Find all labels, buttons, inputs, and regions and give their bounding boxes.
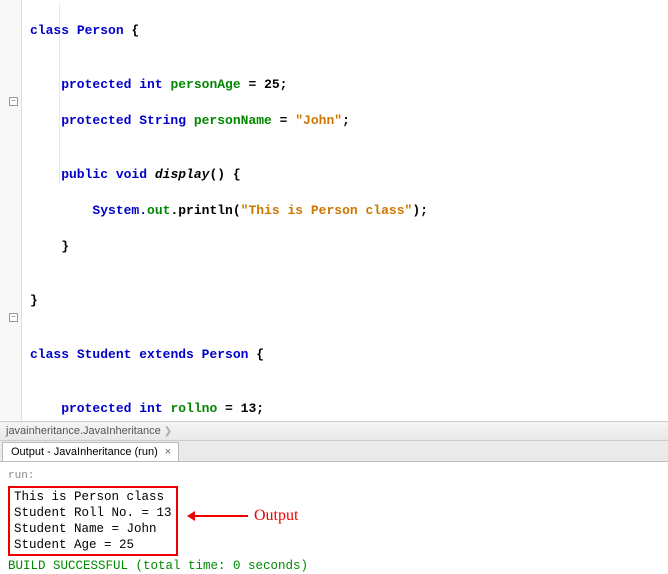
code-line: } [30, 238, 660, 256]
chevron-right-icon: ❯ [164, 426, 172, 437]
code-line: protected int personAge = 25; [30, 76, 660, 94]
output-line: Student Roll No. = 13 [14, 505, 172, 521]
breadcrumb-item[interactable]: javainheritance.JavaInheritance [6, 425, 161, 437]
output-line: Student Age = 25 [14, 537, 172, 553]
code-line: } [30, 292, 660, 310]
breadcrumb[interactable]: javainheritance.JavaInheritance ❯ [0, 421, 668, 441]
annotation-label: Output [254, 508, 298, 524]
code-line: public void display() { [30, 166, 660, 184]
code-content[interactable]: class Person { protected int personAge =… [22, 0, 668, 421]
code-editor[interactable]: − − class Person { protected int personA… [0, 0, 668, 421]
tab-label: Output - JavaInheritance (run) [11, 446, 158, 458]
output-highlight-box: This is Person class Student Roll No. = … [8, 486, 178, 556]
build-status: BUILD SUCCESSFUL (total time: 0 seconds) [8, 558, 660, 574]
code-line: protected String personName = "John"; [30, 112, 660, 130]
output-line: This is Person class [14, 489, 172, 505]
code-line: class Person { [30, 22, 660, 40]
output-run-label: run: [8, 468, 660, 484]
close-icon[interactable]: × [162, 446, 174, 458]
code-line: protected int rollno = 13; [30, 400, 660, 418]
fold-toggle-icon[interactable]: − [9, 97, 18, 106]
output-line: Student Name = John [14, 521, 172, 537]
tab-output[interactable]: Output - JavaInheritance (run) × [2, 442, 179, 461]
fold-toggle-icon[interactable]: − [9, 313, 18, 322]
arrow-left-icon [190, 515, 248, 517]
output-panel[interactable]: run: This is Person class Student Roll N… [0, 462, 668, 569]
code-line: System.out.println("This is Person class… [30, 202, 660, 220]
code-line: class Student extends Person { [30, 346, 660, 364]
annotation: Output [190, 508, 298, 524]
output-tab-bar: Output - JavaInheritance (run) × [0, 441, 668, 462]
gutter: − − [0, 0, 22, 421]
